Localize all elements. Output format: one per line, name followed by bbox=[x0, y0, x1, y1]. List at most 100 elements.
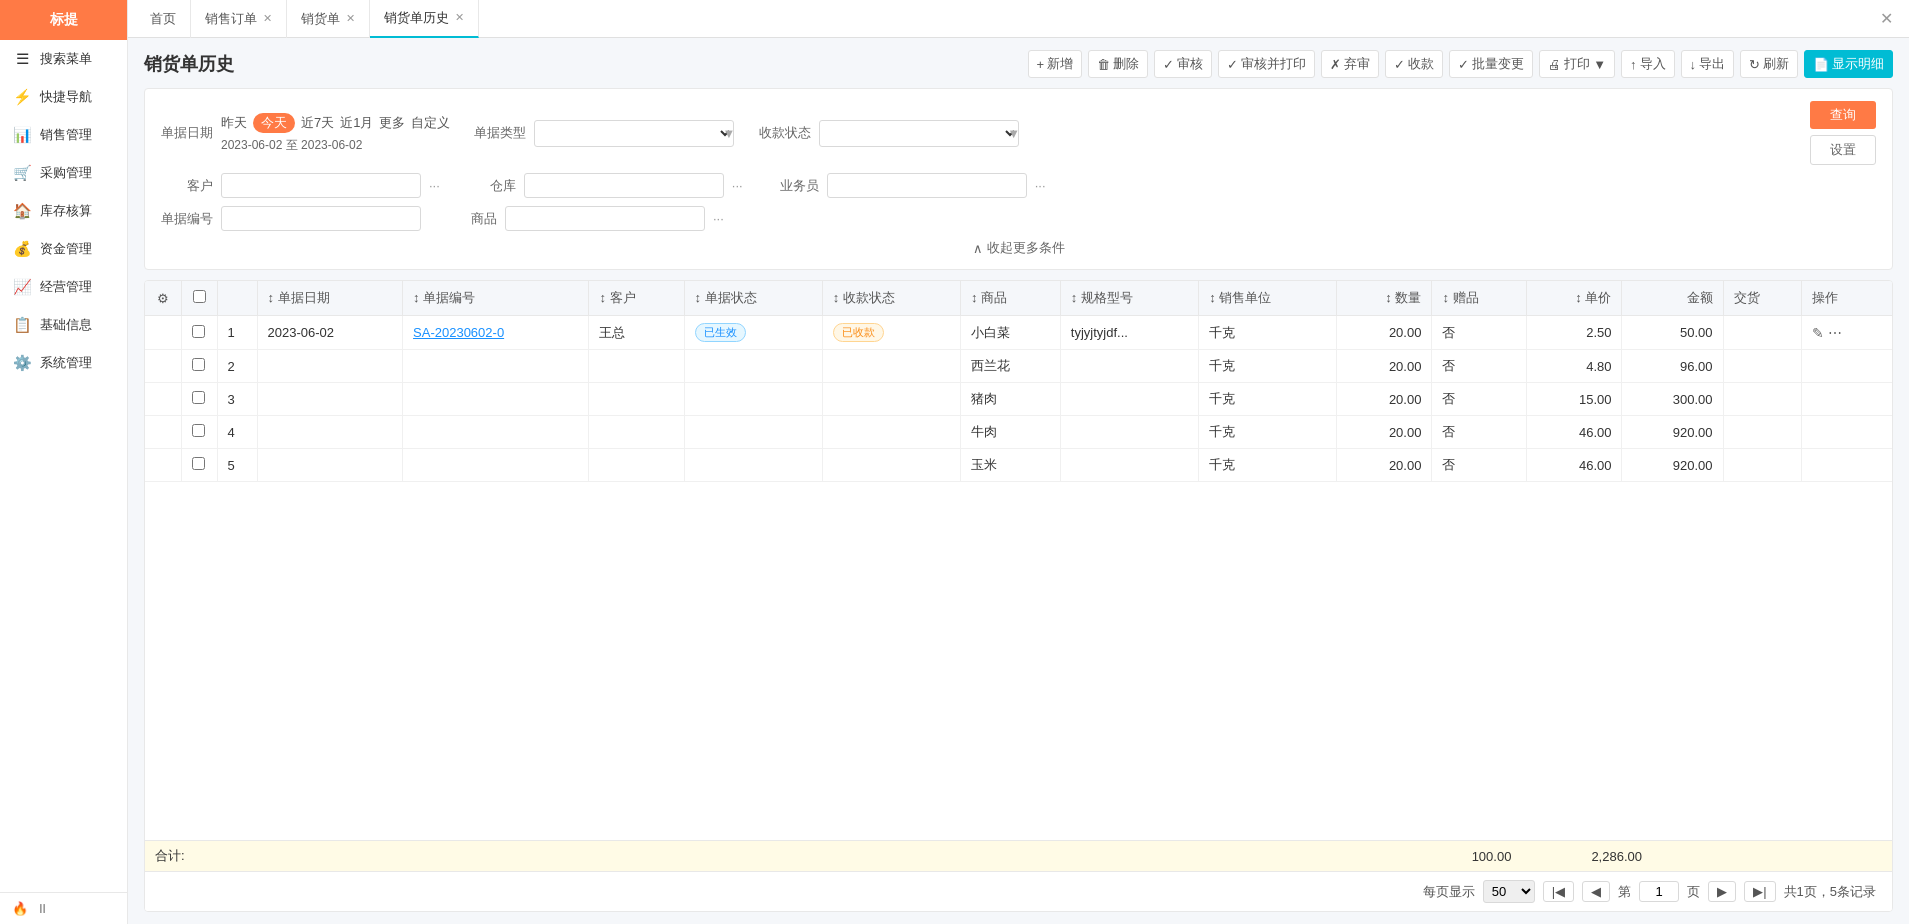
cell-checkbox[interactable] bbox=[181, 316, 217, 350]
close-sales-order-icon[interactable]: ✕ bbox=[263, 12, 272, 25]
sidebar-item-basic-info[interactable]: 📋 基础信息 bbox=[0, 306, 127, 344]
sidebar-item-purchase-mgmt[interactable]: 🛒 采购管理 bbox=[0, 154, 127, 192]
sidebar-item-system-mgmt[interactable]: ⚙️ 系统管理 bbox=[0, 344, 127, 382]
tab-sales-order[interactable]: 销售订单 ✕ bbox=[191, 0, 287, 38]
date-shortcut-custom[interactable]: 自定义 bbox=[411, 114, 450, 132]
goods-input[interactable] bbox=[505, 206, 705, 231]
query-button[interactable]: 查询 bbox=[1810, 101, 1876, 129]
last-page-button[interactable]: ▶| bbox=[1744, 881, 1775, 902]
date-shortcut-yesterday[interactable]: 昨天 bbox=[221, 114, 247, 132]
collect-button[interactable]: ✓ 收款 bbox=[1385, 50, 1443, 78]
sidebar: 标提 ☰ 搜索菜单 ⚡ 快捷导航 📊 销售管理 🛒 采购管理 🏠 库存核算 💰 … bbox=[0, 0, 128, 924]
sidebar-item-inventory[interactable]: 🏠 库存核算 bbox=[0, 192, 127, 230]
cell-doc-number[interactable] bbox=[403, 350, 589, 383]
date-shortcut-today[interactable]: 今天 bbox=[253, 113, 295, 133]
abandon-button[interactable]: ✗ 弃审 bbox=[1321, 50, 1379, 78]
next-page-button[interactable]: ▶ bbox=[1708, 881, 1736, 902]
cell-checkbox[interactable] bbox=[181, 383, 217, 416]
col-doc-status[interactable]: ↕ 单据状态 bbox=[684, 281, 822, 316]
add-button[interactable]: + 新增 bbox=[1028, 50, 1083, 78]
customer-input[interactable] bbox=[221, 173, 421, 198]
goods-ellipsis[interactable]: ··· bbox=[713, 211, 724, 226]
cell-doc-number[interactable] bbox=[403, 416, 589, 449]
salesperson-input[interactable] bbox=[827, 173, 1027, 198]
main-area: 首页 销售订单 ✕ 销货单 ✕ 销货单历史 ✕ ✕ 销货单历史 + 新增 bbox=[128, 0, 1909, 924]
sidebar-item-finance[interactable]: 💰 资金管理 bbox=[0, 230, 127, 268]
cell-actions[interactable]: ✎⋯ bbox=[1801, 316, 1892, 350]
col-customer[interactable]: ↕ 客户 bbox=[589, 281, 684, 316]
row-checkbox-1[interactable] bbox=[192, 358, 205, 371]
add-icon: + bbox=[1037, 57, 1045, 72]
warehouse-input[interactable] bbox=[524, 173, 724, 198]
warehouse-ellipsis[interactable]: ··· bbox=[732, 178, 743, 193]
doc-number-input[interactable] bbox=[221, 206, 421, 231]
row-checkbox-3[interactable] bbox=[192, 424, 205, 437]
col-sales-unit[interactable]: ↕ 销售单位 bbox=[1199, 281, 1337, 316]
tab-close-all-button[interactable]: ✕ bbox=[1872, 9, 1901, 28]
cell-doc-number[interactable]: SA-20230602-0 bbox=[403, 316, 589, 350]
per-page-select[interactable]: 50 20 100 bbox=[1483, 880, 1535, 903]
row-checkbox-0[interactable] bbox=[192, 325, 205, 338]
date-shortcut-1month[interactable]: 近1月 bbox=[340, 114, 373, 132]
tab-sales-delivery[interactable]: 销货单 ✕ bbox=[287, 0, 370, 38]
close-sales-delivery-icon[interactable]: ✕ bbox=[346, 12, 355, 25]
first-page-button[interactable]: |◀ bbox=[1543, 881, 1574, 902]
row-checkbox-4[interactable] bbox=[192, 457, 205, 470]
col-doc-number[interactable]: ↕ 单据编号 bbox=[403, 281, 589, 316]
print-button[interactable]: 🖨 打印 ▼ bbox=[1539, 50, 1615, 78]
doc-number-link[interactable]: SA-20230602-0 bbox=[413, 325, 504, 340]
cell-gift: 否 bbox=[1432, 449, 1527, 482]
col-spec[interactable]: ↕ 规格型号 bbox=[1060, 281, 1198, 316]
edit-action-icon[interactable]: ✎ bbox=[1812, 325, 1824, 341]
cell-actions[interactable] bbox=[1801, 416, 1892, 449]
cell-checkbox[interactable] bbox=[181, 449, 217, 482]
collapse-button[interactable]: ∧ 收起更多条件 bbox=[161, 239, 1876, 257]
tab-sales-history[interactable]: 销货单历史 ✕ bbox=[370, 0, 479, 38]
col-collection-status[interactable]: ↕ 收款状态 bbox=[822, 281, 960, 316]
prev-page-button[interactable]: ◀ bbox=[1582, 881, 1610, 902]
settings-button[interactable]: 设置 bbox=[1810, 135, 1876, 165]
refresh-button[interactable]: ↻ 刷新 bbox=[1740, 50, 1798, 78]
col-goods[interactable]: ↕ 商品 bbox=[961, 281, 1061, 316]
cell-actions[interactable] bbox=[1801, 449, 1892, 482]
content-area: 销货单历史 + 新增 🗑 删除 ✓ 审核 ✓ 审核并打印 bbox=[128, 38, 1909, 924]
cell-doc-number[interactable] bbox=[403, 383, 589, 416]
audit-print-button[interactable]: ✓ 审核并打印 bbox=[1218, 50, 1315, 78]
show-detail-button[interactable]: 📄 显示明细 bbox=[1804, 50, 1893, 78]
col-settings[interactable]: ⚙ bbox=[145, 281, 181, 316]
cell-settings bbox=[145, 449, 181, 482]
cell-actions[interactable] bbox=[1801, 350, 1892, 383]
cell-checkbox[interactable] bbox=[181, 350, 217, 383]
page-number-input[interactable] bbox=[1639, 881, 1679, 902]
sidebar-item-search-menu[interactable]: ☰ 搜索菜单 bbox=[0, 40, 127, 78]
date-shortcut-more[interactable]: 更多 bbox=[379, 114, 405, 132]
audit-button[interactable]: ✓ 审核 bbox=[1154, 50, 1212, 78]
close-sales-history-icon[interactable]: ✕ bbox=[455, 11, 464, 24]
salesperson-ellipsis[interactable]: ··· bbox=[1035, 178, 1046, 193]
col-doc-date[interactable]: ↕ 单据日期 bbox=[257, 281, 403, 316]
batch-change-button[interactable]: ✓ 批量变更 bbox=[1449, 50, 1533, 78]
sidebar-bottom-icon2[interactable]: ⏸ bbox=[36, 901, 49, 916]
doc-type-select[interactable] bbox=[534, 120, 734, 147]
col-gift[interactable]: ↕ 赠品 bbox=[1432, 281, 1527, 316]
sidebar-item-operations[interactable]: 📈 经营管理 bbox=[0, 268, 127, 306]
cell-actions[interactable] bbox=[1801, 383, 1892, 416]
col-unit-price[interactable]: ↕ 单价 bbox=[1527, 281, 1622, 316]
sidebar-bottom-icon1[interactable]: 🔥 bbox=[12, 901, 28, 916]
date-shortcut-7days[interactable]: 近7天 bbox=[301, 114, 334, 132]
col-quantity[interactable]: ↕ 数量 bbox=[1337, 281, 1432, 316]
collection-status-select[interactable] bbox=[819, 120, 1019, 147]
delete-button[interactable]: 🗑 删除 bbox=[1088, 50, 1148, 78]
row-checkbox-2[interactable] bbox=[192, 391, 205, 404]
more-action-icon[interactable]: ⋯ bbox=[1828, 325, 1842, 341]
sidebar-item-sales-mgmt[interactable]: 📊 销售管理 bbox=[0, 116, 127, 154]
cell-doc-number[interactable] bbox=[403, 449, 589, 482]
tab-home[interactable]: 首页 bbox=[136, 0, 191, 38]
import-button[interactable]: ↑ 导入 bbox=[1621, 50, 1675, 78]
export-button[interactable]: ↓ 导出 bbox=[1681, 50, 1735, 78]
select-all-checkbox[interactable] bbox=[193, 290, 206, 303]
col-checkbox[interactable] bbox=[181, 281, 217, 316]
cell-checkbox[interactable] bbox=[181, 416, 217, 449]
customer-ellipsis[interactable]: ··· bbox=[429, 178, 440, 193]
sidebar-item-quick-nav[interactable]: ⚡ 快捷导航 bbox=[0, 78, 127, 116]
